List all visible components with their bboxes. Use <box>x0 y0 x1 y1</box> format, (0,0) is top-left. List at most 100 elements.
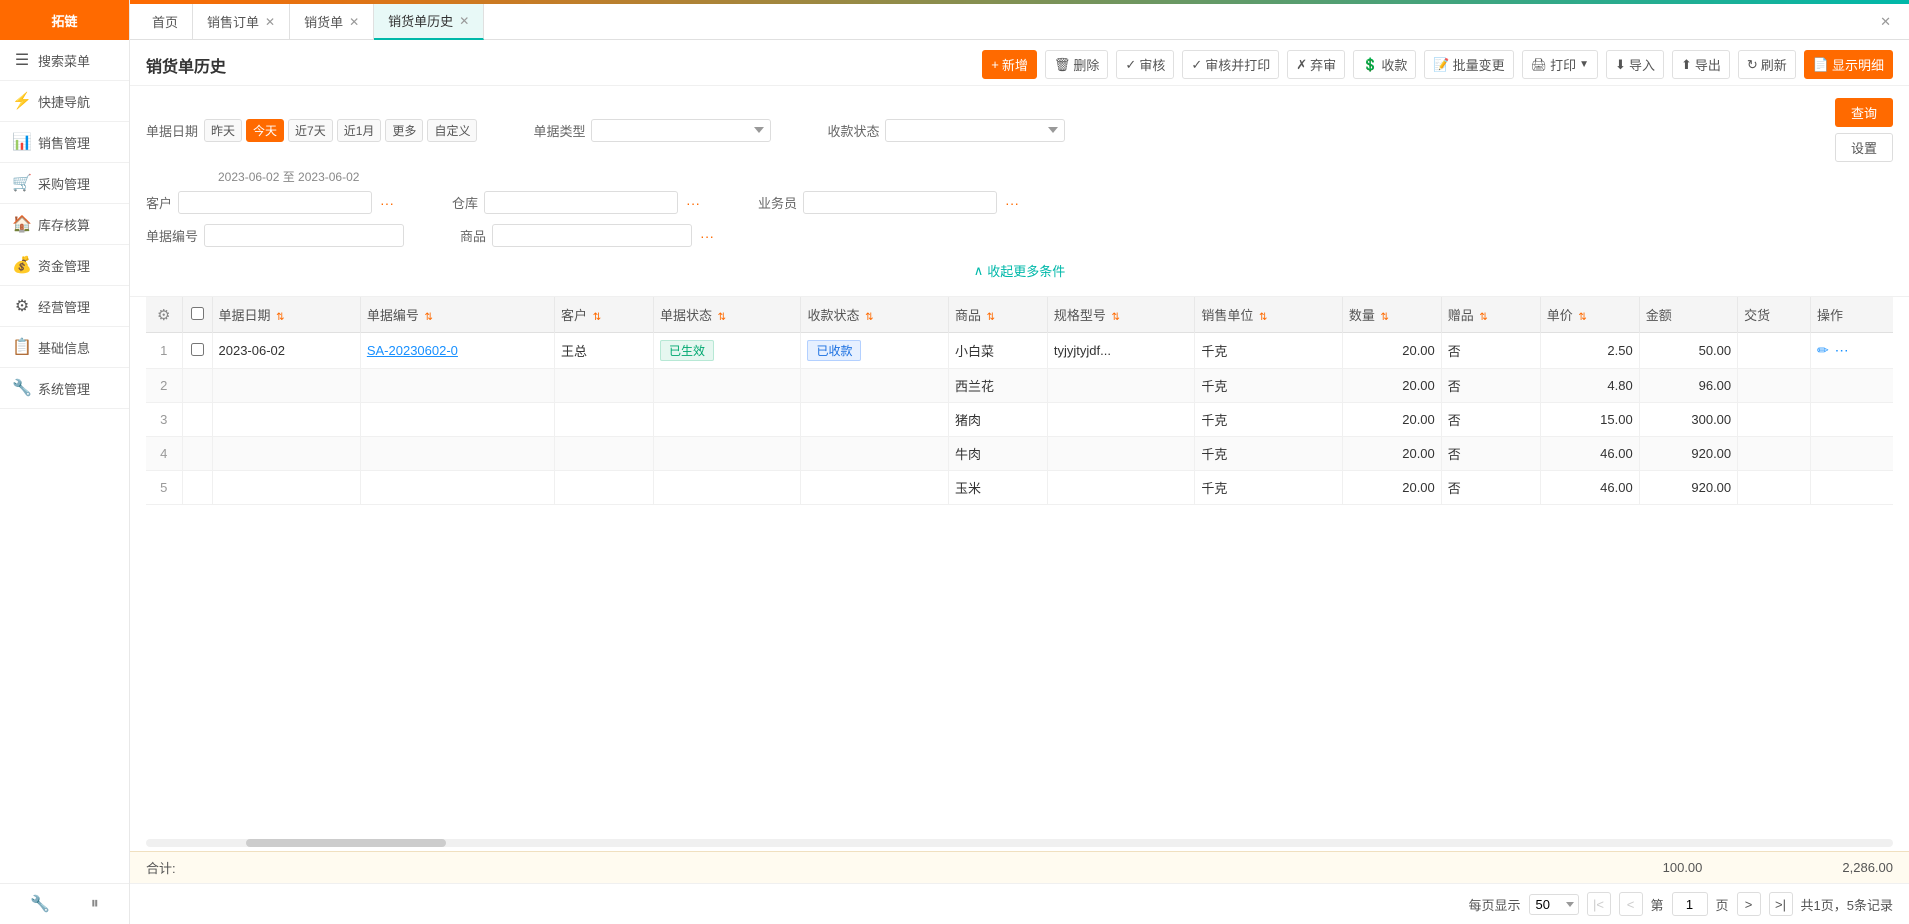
col-unit-price[interactable]: 单价 ⇅ <box>1540 297 1639 333</box>
scrollbar-thumb[interactable] <box>246 839 446 847</box>
shortcut-more[interactable]: 更多 <box>385 119 423 142</box>
per-page-select[interactable]: 50 100 200 <box>1529 894 1579 915</box>
salesperson-ellipsis[interactable]: ··· <box>1003 195 1021 211</box>
doc-no-input[interactable] <box>204 224 404 247</box>
tab-sales-delivery-close[interactable]: ✕ <box>349 15 359 29</box>
col-customer[interactable]: 客户 ⇅ <box>555 297 654 333</box>
import-button[interactable]: ⬇ 导入 <box>1606 50 1664 79</box>
delete-button[interactable]: 🗑 删除 <box>1045 50 1109 79</box>
cell-doc-no <box>360 471 554 505</box>
more-icon[interactable]: ⋯ <box>1835 342 1849 359</box>
shortcut-custom[interactable]: 自定义 <box>427 119 477 142</box>
sidebar-item-system-mgmt[interactable]: 🔧 系统管理 <box>0 368 129 409</box>
filter-settings-button[interactable]: 设置 <box>1835 133 1893 162</box>
sidebar-item-basic-info[interactable]: 📋 基础信息 <box>0 327 129 368</box>
warehouse-ellipsis[interactable]: ··· <box>684 195 702 211</box>
collapse-filter-button[interactable]: ∧ 收起更多条件 <box>974 257 1066 284</box>
customer-label: 客户 <box>146 193 172 212</box>
tab-sales-order-close[interactable]: ✕ <box>265 15 275 29</box>
tab-sales-order-label: 销售订单 <box>207 12 259 31</box>
doc-no-link[interactable]: SA-20230602-0 <box>367 343 458 358</box>
tab-sales-history[interactable]: 销货单历史 ✕ <box>374 4 484 40</box>
col-gear[interactable]: ⚙ <box>146 297 182 333</box>
last-page-button[interactable]: >| <box>1769 892 1793 916</box>
shortcut-today[interactable]: 今天 <box>246 119 284 142</box>
payment-status-select[interactable] <box>885 119 1065 142</box>
cell-qty: 20.00 <box>1342 437 1441 471</box>
tab-sales-delivery[interactable]: 销货单 ✕ <box>290 4 374 40</box>
sidebar-bottom: 🔧 ⏸ <box>0 883 129 924</box>
shortcut-7days[interactable]: 近7天 <box>288 119 333 142</box>
col-unit[interactable]: 销售单位 ⇅ <box>1195 297 1342 333</box>
audit-button[interactable]: ✓ 审核 <box>1116 50 1174 79</box>
query-button[interactable]: 查询 <box>1835 98 1893 127</box>
horizontal-scrollbar[interactable] <box>146 839 1893 847</box>
cell-action <box>1810 437 1893 471</box>
col-doc-date[interactable]: 单据日期 ⇅ <box>212 297 360 333</box>
sidebar-item-purchase-mgmt[interactable]: 🛒 采购管理 <box>0 163 129 204</box>
cell-gift: 否 <box>1441 437 1540 471</box>
sort-doc-no-icon: ⇅ <box>424 312 432 323</box>
col-payment-status[interactable]: 收款状态 ⇅ <box>801 297 948 333</box>
col-qty[interactable]: 数量 ⇅ <box>1342 297 1441 333</box>
cell-spec <box>1047 471 1194 505</box>
shortcut-1month[interactable]: 近1月 <box>337 119 382 142</box>
select-all-checkbox[interactable] <box>191 307 204 320</box>
goods-input[interactable] <box>492 224 692 247</box>
batch-change-button[interactable]: 📝 批量变更 <box>1424 50 1513 79</box>
settings-icon[interactable]: 🔧 <box>30 894 50 914</box>
sidebar-item-finance[interactable]: 💰 资金管理 <box>0 245 129 286</box>
collect-button[interactable]: 💲 收款 <box>1353 50 1416 79</box>
show-detail-button[interactable]: 📄 显示明细 <box>1804 50 1893 79</box>
refresh-button[interactable]: ↻ 刷新 <box>1738 50 1796 79</box>
row-checkbox[interactable] <box>191 343 204 356</box>
col-spec[interactable]: 规格型号 ⇅ <box>1047 297 1194 333</box>
shortcut-yesterday[interactable]: 昨天 <box>204 119 242 142</box>
cell-qty: 20.00 <box>1342 471 1441 505</box>
cell-checkbox <box>182 471 212 505</box>
warehouse-input[interactable] <box>484 191 678 214</box>
detail-icon: 📄 <box>1813 57 1829 73</box>
sidebar-item-operations[interactable]: ⚙ 经营管理 <box>0 286 129 327</box>
export-button[interactable]: ⬆ 导出 <box>1672 50 1730 79</box>
tab-sales-delivery-label: 销货单 <box>304 12 343 31</box>
salesperson-input[interactable] <box>803 191 997 214</box>
customer-ellipsis[interactable]: ··· <box>378 195 396 211</box>
cell-qty: 20.00 <box>1342 369 1441 403</box>
sidebar-item-inventory[interactable]: 🏠 库存核算 <box>0 204 129 245</box>
sidebar-item-sales-mgmt[interactable]: 📊 销售管理 <box>0 122 129 163</box>
audit-print-button[interactable]: ✓ 审核并打印 <box>1182 50 1279 79</box>
filter-customer: 客户 ··· <box>146 191 396 214</box>
tab-sales-history-close[interactable]: ✕ <box>459 14 469 28</box>
next-page-button[interactable]: > <box>1737 892 1761 916</box>
sidebar-item-quick-nav[interactable]: ⚡ 快捷导航 <box>0 81 129 122</box>
discard-button[interactable]: ✗ 弃审 <box>1287 50 1345 79</box>
col-gift[interactable]: 赠品 ⇅ <box>1441 297 1540 333</box>
table-settings-icon[interactable]: ⚙ <box>157 307 170 324</box>
cell-customer: 王总 <box>555 333 654 369</box>
print-button[interactable]: 🖨 打印 ▼ <box>1522 50 1598 79</box>
customer-input[interactable] <box>178 191 372 214</box>
tab-sales-order[interactable]: 销售订单 ✕ <box>193 4 290 40</box>
summary-values: 100.00 2,286.00 <box>1063 860 1893 875</box>
cell-unit-price: 15.00 <box>1540 403 1639 437</box>
first-page-button[interactable]: |< <box>1587 892 1611 916</box>
page-input[interactable] <box>1672 892 1708 916</box>
cell-goods: 牛肉 <box>948 437 1047 471</box>
goods-ellipsis[interactable]: ··· <box>698 228 716 244</box>
sidebar-item-search-menu[interactable]: ☰ 搜索菜单 <box>0 40 129 81</box>
doc-type-select[interactable] <box>591 119 771 142</box>
edit-icon[interactable]: ✏ <box>1817 342 1829 359</box>
tab-home-label: 首页 <box>152 12 178 31</box>
cell-spec <box>1047 369 1194 403</box>
col-doc-status[interactable]: 单据状态 ⇅ <box>654 297 801 333</box>
tab-home[interactable]: 首页 <box>138 4 193 40</box>
page-content: 销货单历史 + 新增 🗑 删除 ✓ 审核 ✓ 审核并打印 <box>130 40 1909 924</box>
col-doc-no[interactable]: 单据编号 ⇅ <box>360 297 554 333</box>
window-close-button[interactable]: ✕ <box>1870 14 1901 30</box>
prev-page-button[interactable]: < <box>1619 892 1643 916</box>
pause-icon[interactable]: ⏸ <box>91 895 99 913</box>
cell-doc-status <box>654 369 801 403</box>
add-button[interactable]: + 新增 <box>982 50 1037 79</box>
col-goods[interactable]: 商品 ⇅ <box>948 297 1047 333</box>
